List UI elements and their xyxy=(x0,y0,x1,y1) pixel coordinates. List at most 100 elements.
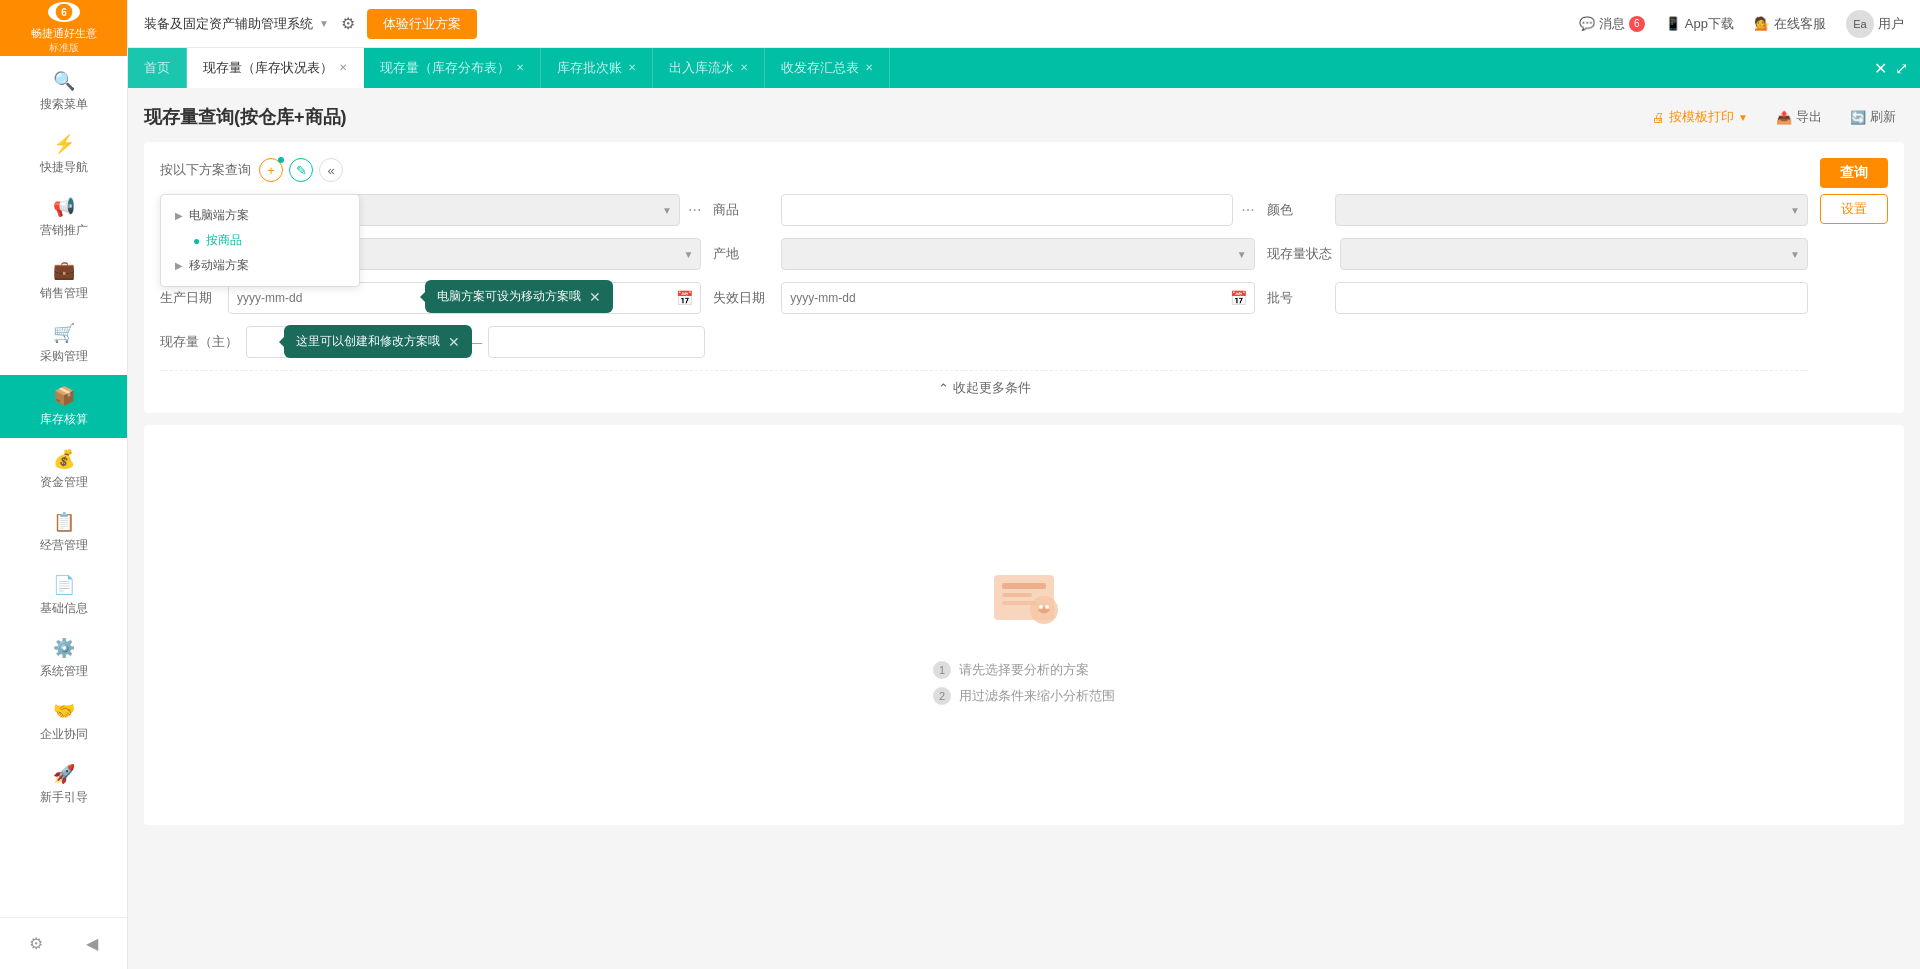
selected-scheme-indicator: ● xyxy=(193,234,200,248)
online-service-button[interactable]: 💁 在线客服 xyxy=(1754,15,1826,33)
sidebar-item-enterprise[interactable]: 🤝 企业协同 xyxy=(0,690,127,753)
sidebar-item-sales[interactable]: 💼 销售管理 xyxy=(0,249,127,312)
product-more-icon[interactable]: ··· xyxy=(1241,201,1254,219)
svg-rect-3 xyxy=(1002,583,1046,589)
sidebar-item-operations[interactable]: 📋 经营管理 xyxy=(0,501,127,564)
edit-scheme-popover-close[interactable]: ✕ xyxy=(448,334,460,350)
refresh-button[interactable]: 🔄 刷新 xyxy=(1842,104,1904,130)
tab-receive-summary[interactable]: 收发存汇总表 ✕ xyxy=(765,48,890,88)
scheme-item-by-product[interactable]: ● 按商品 xyxy=(169,228,351,253)
tab-batch-account-close[interactable]: ✕ xyxy=(628,63,636,73)
scheme-mobile-popover-close[interactable]: ✕ xyxy=(589,289,601,305)
topbar-right: 💬 消息 6 📱 App下载 💁 在线客服 Ea 用户 xyxy=(1579,10,1904,38)
refresh-icon: 🔄 xyxy=(1850,110,1866,125)
filter-actions: + ✎ « xyxy=(259,158,343,182)
color-label: 颜色 xyxy=(1267,201,1327,219)
scheme-mobile-popover: 电脑方案可设为移动方案哦 ✕ xyxy=(425,280,613,313)
stock-status-select[interactable] xyxy=(1340,238,1808,270)
print-template-button[interactable]: 🖨 按模板打印 ▼ xyxy=(1644,104,1756,130)
svg-text:6: 6 xyxy=(61,7,67,18)
print-label: 按模板打印 xyxy=(1669,108,1734,126)
finance-icon: 💰 xyxy=(53,448,75,470)
collapse-label: 收起更多条件 xyxy=(953,379,1031,397)
reset-button[interactable]: 设置 xyxy=(1820,194,1888,224)
tab-inout-flow[interactable]: 出入库流水 ✕ xyxy=(653,48,765,88)
export-button[interactable]: 📤 导出 xyxy=(1768,104,1830,130)
empty-tip-1: 1 请先选择要分析的方案 xyxy=(933,661,1115,679)
avatar: Ea xyxy=(1846,10,1874,38)
basic-icon: 📄 xyxy=(53,574,75,596)
refresh-label: 刷新 xyxy=(1870,108,1896,126)
filter-main-row: 按以下方案查询 + ✎ « ▶ 电脑端方案 xyxy=(160,158,1888,397)
add-scheme-button[interactable]: + xyxy=(259,158,283,182)
tabbar: 首页 现存量（库存状况表） ✕ 现存量（库存分布表） ✕ 库存批次账 ✕ 出入库… xyxy=(128,48,1920,88)
page-content: 现存量查询(按仓库+商品) 🖨 按模板打印 ▼ 📤 导出 🔄 刷新 xyxy=(128,88,1920,969)
sidebar-item-purchase[interactable]: 🛒 采购管理 xyxy=(0,312,127,375)
system-selector[interactable]: 装备及固定资产辅助管理系统 ▼ xyxy=(144,15,329,33)
app-download-button[interactable]: 📱 App下载 xyxy=(1665,15,1734,33)
sidebar-item-basic-label: 基础信息 xyxy=(40,600,88,617)
sidebar-item-marketing[interactable]: 📢 营销推广 xyxy=(0,186,127,249)
expand-arrow-icon: ▶ xyxy=(175,210,183,221)
sidebar-item-operations-label: 经营管理 xyxy=(40,537,88,554)
page-actions: 🖨 按模板打印 ▼ 📤 导出 🔄 刷新 xyxy=(1644,104,1904,130)
sidebar-item-finance[interactable]: 💰 资金管理 xyxy=(0,438,127,501)
message-button[interactable]: 💬 消息 6 xyxy=(1579,15,1645,33)
tab-inventory-status-close[interactable]: ✕ xyxy=(339,63,347,73)
back-scheme-button[interactable]: « xyxy=(319,158,343,182)
batch-input[interactable] xyxy=(1335,282,1808,314)
tab-expand-icon[interactable]: ⤢ xyxy=(1895,59,1908,78)
sidebar-item-inventory-label: 库存核算 xyxy=(40,411,88,428)
query-button[interactable]: 查询 xyxy=(1820,158,1888,188)
collapse-button[interactable]: ⌃ 收起更多条件 xyxy=(938,379,1031,397)
tab-inout-flow-close[interactable]: ✕ xyxy=(740,63,748,73)
stock-qty-max-input[interactable] xyxy=(488,326,705,358)
app-logo: 6 畅捷通好生意 标准版 xyxy=(0,0,127,56)
sidebar-item-search[interactable]: 🔍 搜索菜单 xyxy=(0,60,127,123)
tab-home[interactable]: 首页 xyxy=(128,48,187,88)
empty-tip-1-text: 请先选择要分析的方案 xyxy=(959,661,1089,679)
sidebar-item-basic[interactable]: 📄 基础信息 xyxy=(0,564,127,627)
warehouse-more-icon[interactable]: ··· xyxy=(688,201,701,219)
origin-select[interactable] xyxy=(781,238,1254,270)
sidebar-item-quick-nav[interactable]: ⚡ 快捷导航 xyxy=(0,123,127,186)
settings-button[interactable]: ⚙ xyxy=(25,930,47,957)
collapse-sidebar-button[interactable]: ◀ xyxy=(82,930,102,957)
page-title: 现存量查询(按仓库+商品) xyxy=(144,105,347,129)
tab-inventory-dist-close[interactable]: ✕ xyxy=(516,63,524,73)
edit-scheme-button[interactable]: ✎ xyxy=(289,158,313,182)
svg-point-7 xyxy=(1039,605,1043,609)
tab-close-all-icon[interactable]: ✕ xyxy=(1874,59,1887,78)
sidebar-item-sales-label: 销售管理 xyxy=(40,285,88,302)
tab-inventory-dist-label: 现存量（库存分布表） xyxy=(380,59,510,77)
empty-tip-2-text: 用过滤条件来缩小分析范围 xyxy=(959,687,1115,705)
tab-inventory-dist[interactable]: 现存量（库存分布表） ✕ xyxy=(364,48,541,88)
color-select[interactable] xyxy=(1335,194,1808,226)
empty-state: 1 请先选择要分析的方案 2 用过滤条件来缩小分析范围 xyxy=(144,465,1904,785)
empty-illustration xyxy=(974,545,1074,645)
scheme-mobile-popover-text: 电脑方案可设为移动方案哦 xyxy=(437,288,581,305)
sidebar-item-inventory[interactable]: 📦 库存核算 xyxy=(0,375,127,438)
product-label: 商品 xyxy=(713,201,773,219)
scheme-group-mobile: ▶ 移动端方案 xyxy=(169,253,351,278)
industry-plan-button[interactable]: 体验行业方案 xyxy=(367,9,477,39)
user-menu[interactable]: Ea 用户 xyxy=(1846,10,1904,38)
sidebar-item-guide[interactable]: 🚀 新手引导 xyxy=(0,753,127,816)
enterprise-icon: 🤝 xyxy=(53,700,75,722)
tab-inventory-status[interactable]: 现存量（库存状况表） ✕ xyxy=(187,48,364,88)
expire-date-input[interactable] xyxy=(781,282,1254,314)
settings-gear-icon[interactable]: ⚙ xyxy=(341,14,355,33)
app-name: 畅捷通好生意 xyxy=(31,26,97,41)
message-icon: 💬 xyxy=(1579,16,1595,31)
filter-field-stock-status: 现存量状态 ▼ xyxy=(1267,238,1808,270)
product-input[interactable] xyxy=(781,194,1233,226)
empty-tip-2: 2 用过滤条件来缩小分析范围 xyxy=(933,687,1115,705)
tab-inventory-status-label: 现存量（库存状况表） xyxy=(203,59,333,77)
filter-row-3: 生产日期 📅 失效日期 📅 xyxy=(160,282,1808,314)
phone-icon: 📱 xyxy=(1665,16,1681,31)
tab-batch-account[interactable]: 库存批次账 ✕ xyxy=(541,48,653,88)
sidebar-item-system[interactable]: ⚙️ 系统管理 xyxy=(0,627,127,690)
scheme-group-desktop-label: 电脑端方案 xyxy=(189,207,249,224)
tab-receive-summary-close[interactable]: ✕ xyxy=(865,63,873,73)
search-icon: 🔍 xyxy=(53,70,75,92)
